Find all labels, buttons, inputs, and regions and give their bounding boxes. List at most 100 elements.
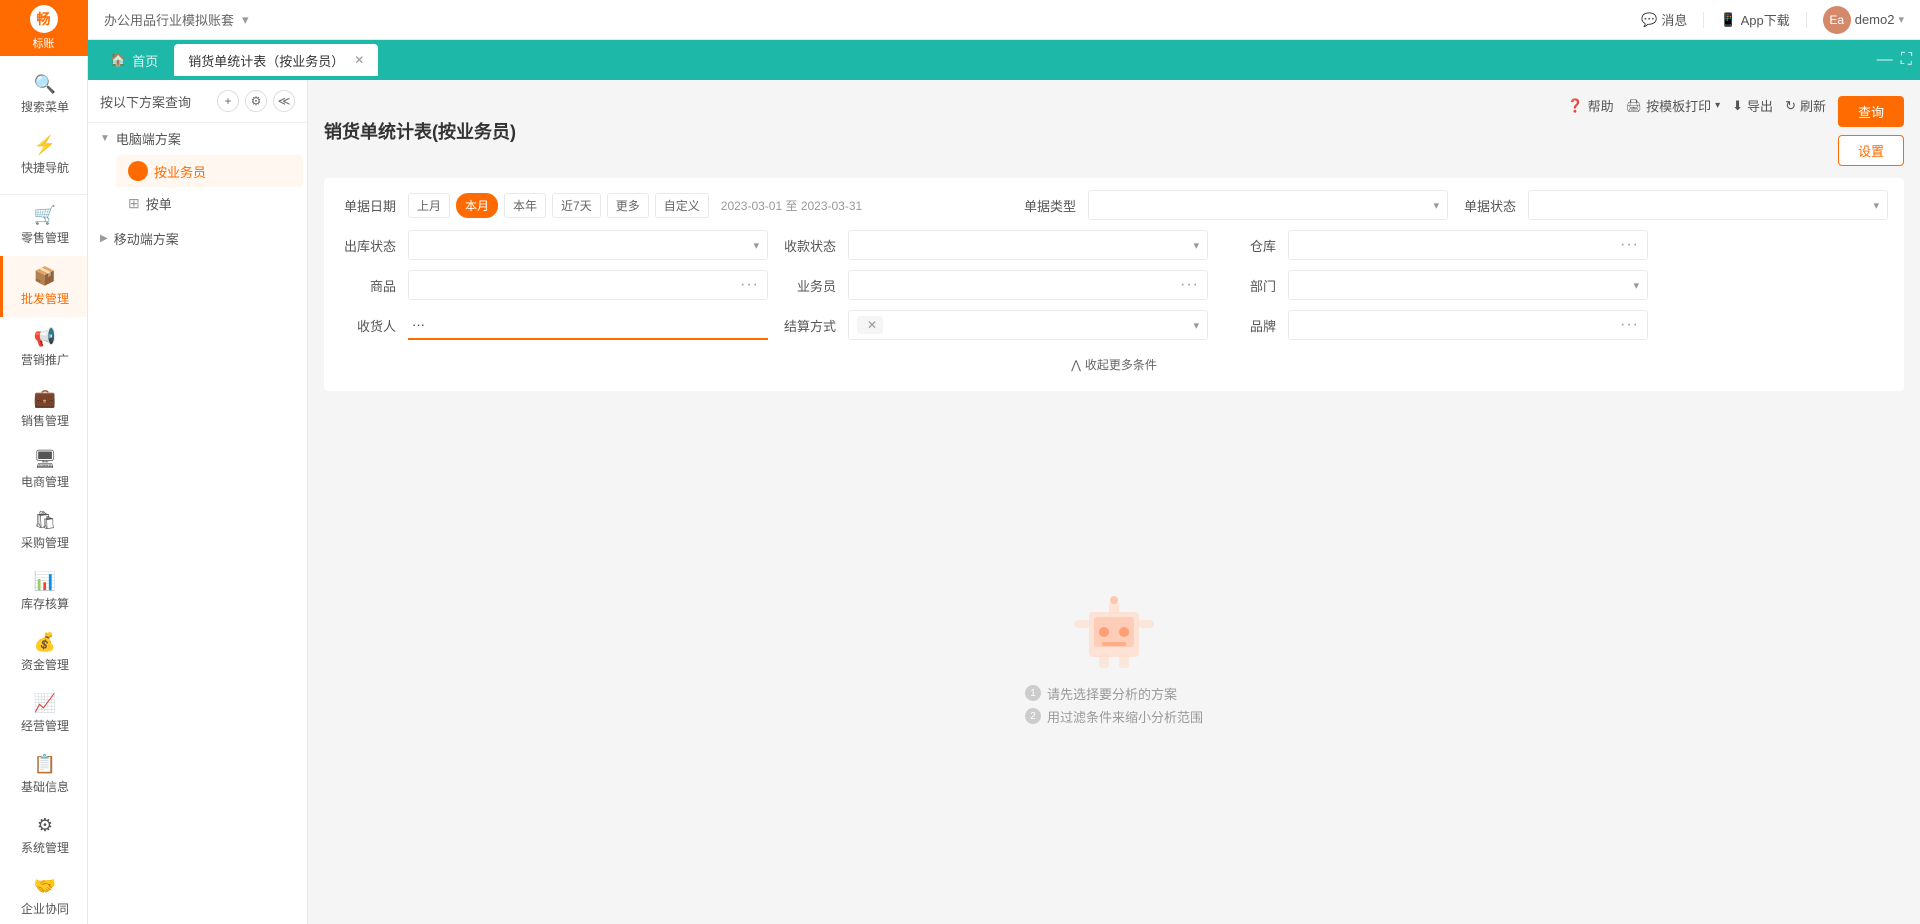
brand-select[interactable]: ···: [1288, 310, 1648, 340]
receiver-dots-icon: ···: [412, 317, 425, 332]
sidebar-item-basic[interactable]: 📋 基础信息: [0, 744, 87, 805]
hint2-num: 2: [1025, 708, 1041, 724]
settlement-tag: ✕: [857, 316, 883, 334]
sidebar-item-search[interactable]: 🔍 搜索菜单: [14, 64, 73, 125]
filter-row-4: 收货人 ··· 结算方式 ✕ ▾ 品牌 ·: [340, 310, 1888, 340]
topbar-actions: 💬 消息 📱 App下载 Ea demo2 ▾: [1641, 6, 1904, 34]
query-button[interactable]: 查询: [1838, 96, 1904, 127]
app-download-btn[interactable]: 📱 App下载: [1720, 10, 1789, 29]
avatar: Ea: [1823, 6, 1851, 34]
quick-icon: ⚡: [34, 135, 56, 156]
tree-mobile[interactable]: ▶ 移动端方案: [88, 223, 307, 254]
empty-hints: 1 请先选择要分析的方案 2 用过滤条件来缩小分析范围: [1025, 680, 1203, 730]
date-btn-custom[interactable]: 自定义: [655, 193, 709, 218]
template-print-btn[interactable]: 🖨 按模板打印 ▾: [1626, 96, 1721, 115]
sidebar-item-sales[interactable]: 💼 销售管理: [0, 378, 87, 439]
settlement-select[interactable]: ✕ ▾: [848, 310, 1208, 340]
salesperson-label: 业务员: [780, 276, 836, 295]
breadcrumb-text: 办公用品行业模拟账套: [104, 10, 234, 29]
collab-icon: 🤝: [34, 876, 56, 897]
doc-status-select[interactable]: ▾: [1528, 190, 1888, 220]
tab-home[interactable]: 🏠 首页: [96, 44, 172, 76]
date-range-text: 2023-03-01 至 2023-03-31: [721, 197, 862, 214]
out-status-select[interactable]: ▾: [408, 230, 768, 260]
tree-desktop[interactable]: ▼ 电脑端方案: [88, 123, 307, 154]
salesperson-select[interactable]: ···: [848, 270, 1208, 300]
settings-scheme-btn[interactable]: ⚙: [245, 90, 267, 112]
sidebar-item-operations[interactable]: 📈 经营管理: [0, 683, 87, 744]
finance-icon: 💰: [34, 632, 56, 653]
date-btn-this-year[interactable]: 本年: [504, 193, 546, 218]
date-filter: 上月 本月 本年 近7天 更多 自定义 2023-03-01 至 2023-03…: [408, 193, 862, 218]
brand-dots-icon: ···: [1620, 316, 1639, 334]
date-btn-more[interactable]: 更多: [607, 193, 649, 218]
divider: [1703, 12, 1704, 28]
settlement-dropdown-icon: ▾: [1193, 319, 1199, 332]
marketing-icon: 📢: [34, 327, 56, 348]
export-btn[interactable]: ⬇ 导出: [1732, 96, 1773, 115]
collapse-panel-btn[interactable]: ≪: [273, 90, 295, 112]
left-panel-actions: + ⚙ ≪: [217, 90, 295, 112]
empty-illustration: [1064, 582, 1164, 672]
sales-icon: 💼: [34, 388, 56, 409]
help-btn[interactable]: ❓ 帮助: [1567, 96, 1613, 115]
page-title-bar: 销货单统计表(按业务员) ❓ 帮助 🖨 按模板打印 ▾ ⬇: [324, 96, 1904, 166]
receipt-status-label: 收款状态: [780, 236, 836, 255]
basic-icon: 📋: [34, 754, 56, 775]
search-icon: 🔍: [34, 74, 56, 95]
system-icon: ⚙: [37, 815, 53, 836]
print-icon: 🖨: [1626, 98, 1643, 114]
sidebar-item-inventory[interactable]: 📊 库存核算: [0, 561, 87, 622]
user-area[interactable]: Ea demo2 ▾: [1823, 6, 1904, 34]
right-panel: 销货单统计表(按业务员) ❓ 帮助 🖨 按模板打印 ▾ ⬇: [308, 80, 1920, 924]
goods-select[interactable]: ···: [408, 270, 768, 300]
dept-label: 部门: [1220, 276, 1276, 295]
doc-status-dropdown-icon: ▾: [1873, 199, 1879, 212]
sidebar-item-marketing[interactable]: 📢 营销推广: [0, 317, 87, 378]
message-btn[interactable]: 💬 消息: [1641, 10, 1687, 29]
salesperson-dot: [128, 161, 148, 181]
sidebar-item-retail[interactable]: 🛒 零售管理: [0, 195, 87, 256]
main-area: 办公用品行业模拟账套 ▾ 💬 消息 📱 App下载 Ea demo2 ▾ 🏠: [88, 0, 1920, 924]
out-status-dropdown-icon: ▾: [753, 239, 759, 252]
sidebar-item-quick[interactable]: ⚡ 快捷导航: [14, 125, 73, 186]
sidebar-item-wholesale[interactable]: 📦 批发管理: [0, 256, 87, 317]
left-panel-header: 按以下方案查询 + ⚙ ≪: [88, 80, 307, 123]
breadcrumb-dropdown[interactable]: ▾: [242, 12, 249, 28]
settlement-label: 结算方式: [780, 316, 836, 335]
dept-select[interactable]: ▾: [1288, 270, 1648, 300]
tab-minimize-btn[interactable]: —: [1877, 51, 1893, 69]
brand-label: 品牌: [1220, 316, 1276, 335]
sidebar-item-ecommerce[interactable]: 🖥 电商管理: [0, 439, 87, 500]
receiver-input[interactable]: ···: [408, 310, 768, 340]
filter-row-1: 单据日期 上月 本月 本年 近7天 更多 自定义 2023-03-01 至 20…: [340, 190, 1888, 220]
sidebar-item-quick-label: 快捷导航: [21, 159, 69, 176]
date-btn-last-month[interactable]: 上月: [408, 193, 450, 218]
add-scheme-btn[interactable]: +: [217, 90, 239, 112]
app-logo[interactable]: 畅 标账: [0, 0, 88, 56]
sidebar-item-system[interactable]: ⚙ 系统管理: [0, 805, 87, 866]
app-logo-text: 标账: [33, 35, 55, 51]
refresh-btn[interactable]: ↻ 刷新: [1785, 96, 1826, 115]
download-icon: 📱: [1720, 12, 1736, 28]
setting-button[interactable]: 设置: [1838, 135, 1904, 166]
tab-sales-stat[interactable]: 销货单统计表（按业务员） ✕: [174, 44, 378, 76]
tab-maximize-btn[interactable]: ⛶: [1901, 51, 1912, 69]
topbar: 办公用品行业模拟账套 ▾ 💬 消息 📱 App下载 Ea demo2 ▾: [88, 0, 1920, 40]
left-panel-title: 按以下方案查询: [100, 92, 191, 111]
date-btn-last7[interactable]: 近7天: [552, 193, 601, 218]
settlement-clear-btn[interactable]: ✕: [867, 318, 877, 332]
sidebar-item-finance[interactable]: 💰 资金管理: [0, 622, 87, 683]
sidebar-item-purchase[interactable]: 🛍 采购管理: [0, 500, 87, 561]
goods-dots-icon: ···: [740, 276, 759, 294]
tree-item-by-salesperson[interactable]: 按业务员: [116, 155, 303, 187]
doc-type-select[interactable]: ▾: [1088, 190, 1448, 220]
warehouse-select[interactable]: ···: [1288, 230, 1648, 260]
date-btn-this-month[interactable]: 本月: [456, 193, 498, 218]
tree-arrow-desktop: ▼: [100, 133, 110, 144]
collapse-bar[interactable]: ⋀ 收起更多条件: [340, 350, 1888, 379]
tree-item-by-order[interactable]: ⊞ 按单: [116, 188, 303, 219]
sidebar-item-collab[interactable]: 🤝 企业协同: [0, 866, 87, 924]
receipt-status-select[interactable]: ▾: [848, 230, 1208, 260]
tab-close-btn[interactable]: ✕: [354, 53, 364, 67]
